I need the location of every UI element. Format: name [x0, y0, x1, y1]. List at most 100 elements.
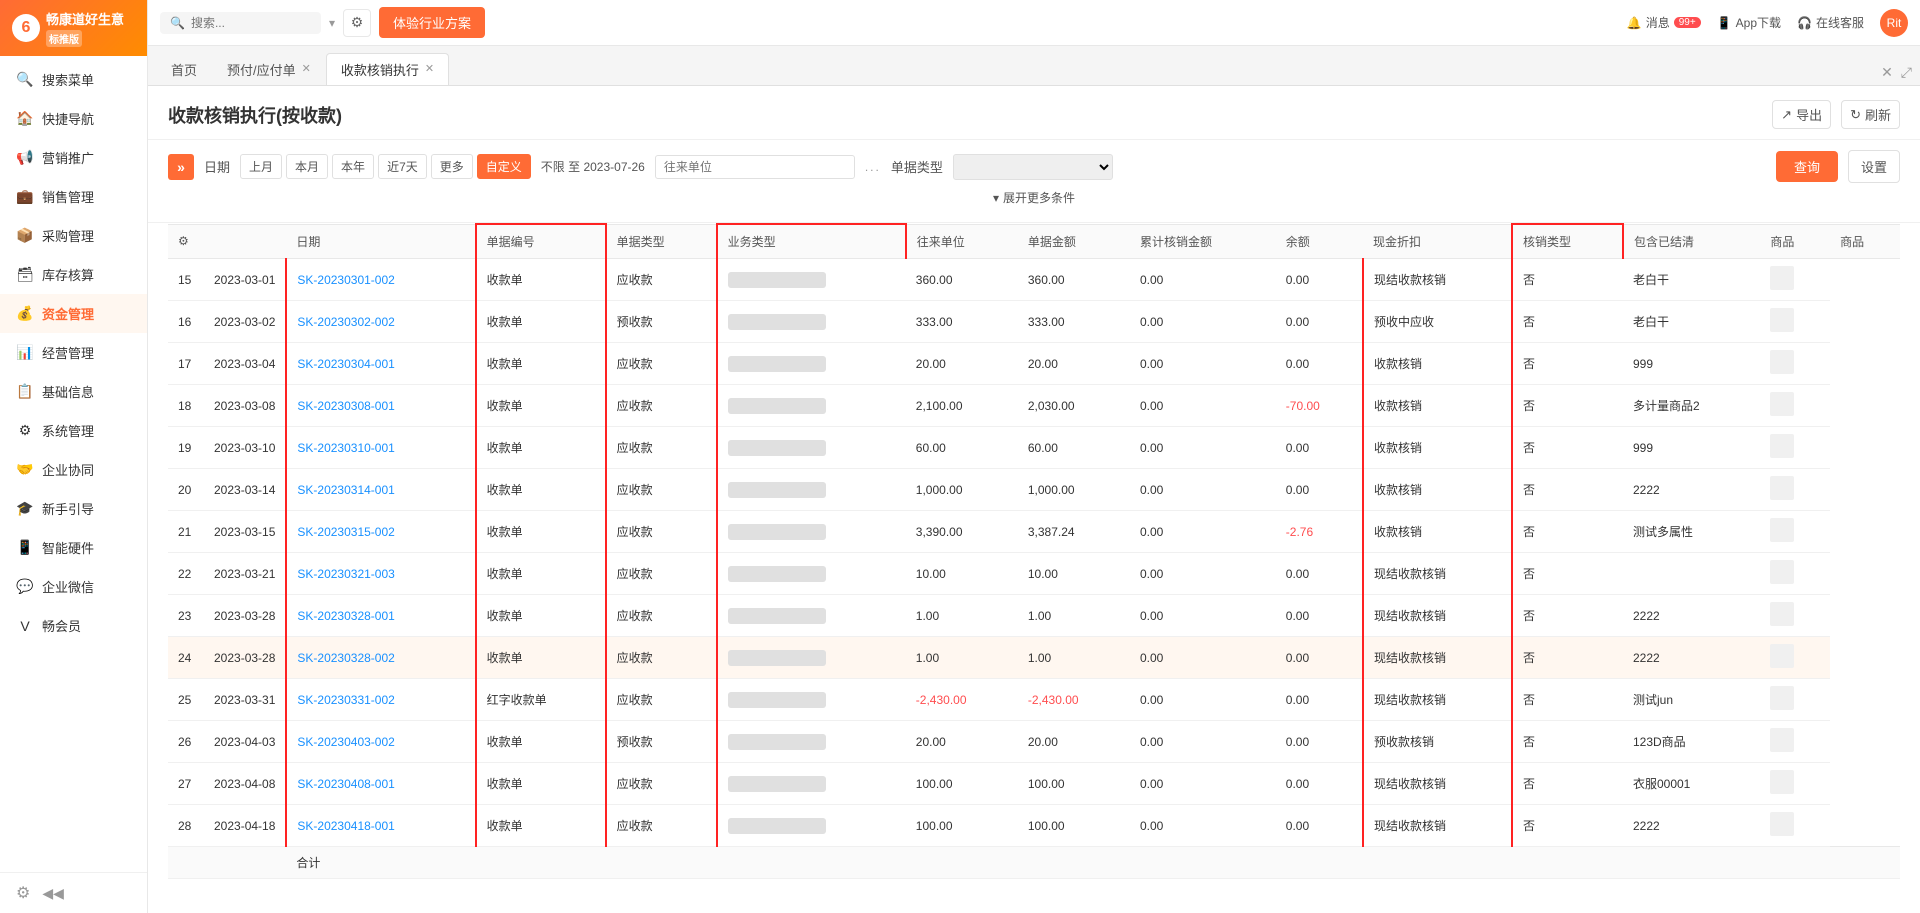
gear-icon[interactable]: ⚙ [16, 883, 30, 903]
date-btn-more[interactable]: 更多 [431, 154, 473, 179]
collapse-icon[interactable]: ◀◀ [42, 885, 64, 902]
table-row[interactable]: 19 2023-03-10 SK-20230310-001 收款单 应收款 ██… [168, 427, 1900, 469]
table-row[interactable]: 23 2023-03-28 SK-20230328-001 收款单 应收款 ██… [168, 595, 1900, 637]
voucher-no-link[interactable]: SK-20230308-001 [297, 399, 394, 413]
sidebar-label-sys-mgmt: 系统管理 [42, 421, 94, 440]
cell-date: 2023-03-02 [204, 301, 286, 343]
online-service-btn[interactable]: 🎧 在线客服 [1797, 14, 1864, 31]
table-row[interactable]: 21 2023-03-15 SK-20230315-002 收款单 应收款 ██… [168, 511, 1900, 553]
tab-prepay-close[interactable]: ✕ [302, 64, 311, 75]
expand-more-btn[interactable]: ▾ 展开更多条件 [993, 189, 1075, 206]
user-avatar[interactable]: Rit [1880, 9, 1908, 37]
cell-biz-type: 应收款 [606, 637, 717, 679]
app-download-btn[interactable]: 📱 App下载 [1717, 14, 1781, 31]
logo-icon: 6 [12, 14, 40, 42]
voucher-no-link[interactable]: SK-20230418-001 [297, 819, 394, 833]
sidebar-item-newbie[interactable]: 🎓 新手引导 [0, 489, 147, 528]
table-row[interactable]: 27 2023-04-08 SK-20230408-001 收款单 应收款 ██… [168, 763, 1900, 805]
col-include-settled: 包含已结清 [1623, 224, 1760, 259]
cell-rownum: 16 [168, 301, 204, 343]
table-row[interactable]: 22 2023-03-21 SK-20230321-003 收款单 应收款 ██… [168, 553, 1900, 595]
sidebar-item-search-menu[interactable]: 🔍 搜索菜单 [0, 60, 147, 99]
table-row[interactable]: 28 2023-04-18 SK-20230418-001 收款单 应收款 ██… [168, 805, 1900, 847]
filter-expand-btn[interactable]: » [168, 154, 194, 180]
gear-button[interactable]: ⚙ [343, 9, 371, 37]
sidebar-item-corp-collab[interactable]: 🤝 企业协同 [0, 450, 147, 489]
sidebar-item-sales-mgmt[interactable]: 💼 销售管理 [0, 177, 147, 216]
table-body: 15 2023-03-01 SK-20230301-002 收款单 应收款 ██… [168, 259, 1900, 847]
sidebar-footer: ⚙ ◀◀ [0, 872, 147, 913]
cell-cash-discount: -70.00 [1276, 385, 1363, 427]
voucher-no-link[interactable]: SK-20230314-001 [297, 483, 394, 497]
table-row[interactable]: 18 2023-03-08 SK-20230308-001 收款单 应收款 ██… [168, 385, 1900, 427]
voucher-no-link[interactable]: SK-20230321-003 [297, 567, 394, 581]
voucher-no-link[interactable]: SK-20230328-002 [297, 651, 394, 665]
search-input[interactable] [191, 16, 311, 30]
cell-goods-img [1760, 595, 1830, 637]
cell-date: 2023-04-18 [204, 805, 286, 847]
date-btn-last-month[interactable]: 上月 [240, 154, 282, 179]
export-btn[interactable]: ↗ 导出 [1772, 100, 1831, 129]
partner-input[interactable] [655, 155, 855, 179]
industry-btn[interactable]: 体验行业方案 [379, 7, 485, 38]
tab-prepay-payable[interactable]: 预付/应付单 ✕ [212, 53, 326, 85]
notification-btn[interactable]: 🔔 消息 99+ [1627, 14, 1701, 31]
cell-writeoff-type: 现结收款核销 [1363, 805, 1512, 847]
voucher-no-link[interactable]: SK-20230408-001 [297, 777, 394, 791]
voucher-no-link[interactable]: SK-20230403-002 [297, 735, 394, 749]
voucher-no-link[interactable]: SK-20230302-002 [297, 315, 394, 329]
voucher-no-link[interactable]: SK-20230301-002 [297, 273, 394, 287]
sidebar-item-ops-mgmt[interactable]: 📊 经营管理 [0, 333, 147, 372]
sidebar-item-corp-wechat[interactable]: 💬 企业微信 [0, 567, 147, 606]
sidebar-item-quick-nav[interactable]: 🏠 快捷导航 [0, 99, 147, 138]
sidebar-item-inventory[interactable]: 🗃 库存核算 [0, 255, 147, 294]
table-row[interactable]: 15 2023-03-01 SK-20230301-002 收款单 应收款 ██… [168, 259, 1900, 301]
table-row[interactable]: 26 2023-04-03 SK-20230403-002 收款单 预收款 ██… [168, 721, 1900, 763]
setting-btn[interactable]: 设置 [1848, 150, 1900, 183]
sidebar-item-fund-mgmt[interactable]: 💰 资金管理 [0, 294, 147, 333]
cell-goods-img [1760, 385, 1830, 427]
refresh-btn[interactable]: ↻ 刷新 [1841, 100, 1900, 129]
search-wrap[interactable]: 🔍 [160, 12, 321, 34]
cell-balance: 0.00 [1130, 469, 1276, 511]
sidebar-label-purchase-mgmt: 采购管理 [42, 226, 94, 245]
voucher-no-link[interactable]: SK-20230310-001 [297, 441, 394, 455]
maximize-icon[interactable]: ⤢ [1901, 64, 1912, 81]
tab-collection-close[interactable]: ✕ [425, 64, 434, 75]
tab-collection-exec[interactable]: 收款核销执行 ✕ [326, 53, 449, 85]
sidebar-item-purchase-mgmt[interactable]: 📦 采购管理 [0, 216, 147, 255]
table-row[interactable]: 17 2023-03-04 SK-20230304-001 收款单 应收款 ██… [168, 343, 1900, 385]
table-row[interactable]: 24 2023-03-28 SK-20230328-002 收款单 应收款 ██… [168, 637, 1900, 679]
sidebar-item-marketing[interactable]: 📢 营销推广 [0, 138, 147, 177]
voucher-type-select[interactable] [953, 154, 1113, 180]
voucher-no-link[interactable]: SK-20230331-002 [297, 693, 394, 707]
date-btn-this-month[interactable]: 本月 [286, 154, 328, 179]
tab-prepay-label: 预付/应付单 [227, 60, 296, 79]
col-settings[interactable]: ⚙ [168, 224, 204, 259]
sidebar-item-basic-info[interactable]: 📋 基础信息 [0, 372, 147, 411]
col-writeoff-type: 核销类型 [1512, 224, 1623, 259]
table-footer: 合计 [168, 847, 1900, 879]
cell-partner: ████████ [717, 511, 906, 553]
table-row[interactable]: 25 2023-03-31 SK-20230331-002 红字收款单 应收款 … [168, 679, 1900, 721]
close-icon[interactable]: ✕ [1881, 64, 1893, 81]
voucher-no-link[interactable]: SK-20230304-001 [297, 357, 394, 371]
cell-amount: 100.00 [906, 763, 1018, 805]
query-btn[interactable]: 查询 [1776, 151, 1838, 182]
voucher-no-link[interactable]: SK-20230328-001 [297, 609, 394, 623]
voucher-no-link[interactable]: SK-20230315-002 [297, 525, 394, 539]
table-container[interactable]: ⚙ 日期 单据编号 单据类型 业务类型 往来单位 单据金额 累计核销金额 余额 … [148, 223, 1920, 913]
table-row[interactable]: 16 2023-03-02 SK-20230302-002 收款单 预收款 ██… [168, 301, 1900, 343]
partner-more-btn[interactable]: ... [865, 160, 881, 174]
table-row[interactable]: 20 2023-03-14 SK-20230314-001 收款单 应收款 ██… [168, 469, 1900, 511]
date-btn-custom[interactable]: 自定义 [477, 154, 531, 179]
tab-home[interactable]: 首页 [156, 53, 212, 85]
sidebar-item-smart-hw[interactable]: 📱 智能硬件 [0, 528, 147, 567]
date-btn-7days[interactable]: 近7天 [378, 154, 427, 179]
cell-writeoff-type: 现结收款核销 [1363, 763, 1512, 805]
sidebar-item-vip-member[interactable]: V 畅会员 [0, 606, 147, 645]
sidebar-item-sys-mgmt[interactable]: ⚙ 系统管理 [0, 411, 147, 450]
date-btn-this-year[interactable]: 本年 [332, 154, 374, 179]
sidebar-icon-marketing: 📢 [16, 149, 34, 167]
dropdown-arrow[interactable]: ▾ [329, 16, 335, 30]
